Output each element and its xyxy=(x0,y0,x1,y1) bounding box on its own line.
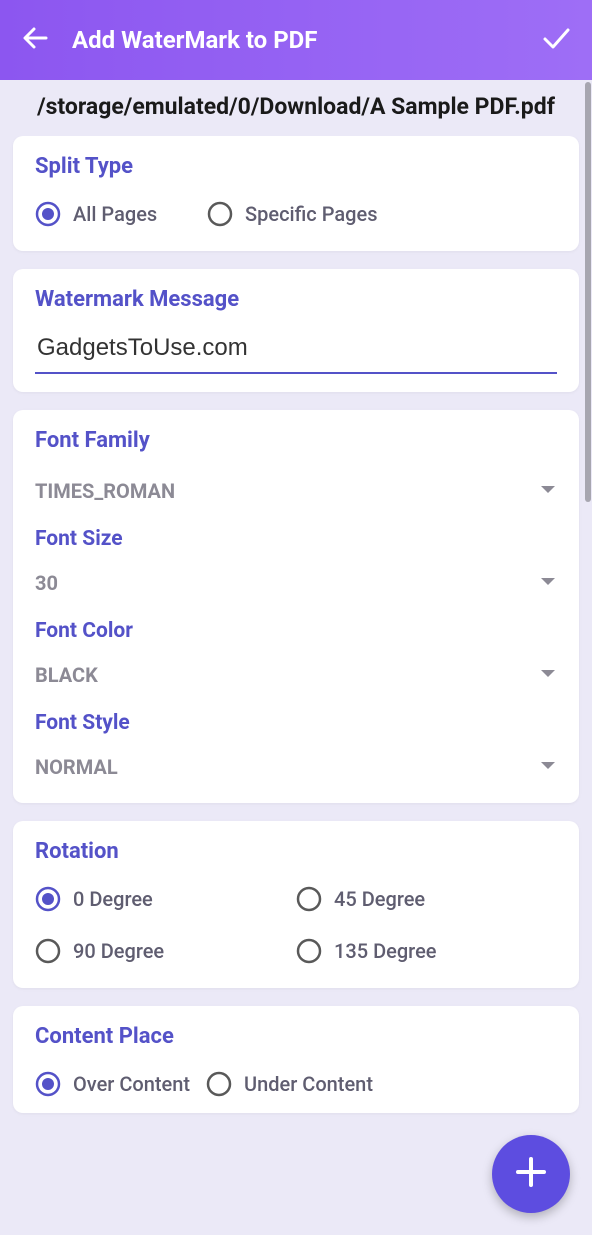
radio-90-degree[interactable]: 90 Degree xyxy=(35,932,284,970)
radio-all-pages[interactable]: All Pages xyxy=(35,195,185,233)
fab-add-button[interactable] xyxy=(492,1135,570,1213)
radio-unselected-icon xyxy=(296,938,322,964)
radio-under-content[interactable]: Under Content xyxy=(206,1065,373,1103)
radio-selected-icon xyxy=(35,886,61,912)
radio-selected-icon xyxy=(35,1071,61,1097)
font-color-dropdown[interactable]: BLACK xyxy=(35,653,557,701)
radio-label: All Pages xyxy=(73,202,157,226)
radio-45-degree[interactable]: 45 Degree xyxy=(296,880,545,918)
radio-label: Over Content xyxy=(73,1072,190,1096)
file-path: /storage/emulated/0/Download/A Sample PD… xyxy=(0,80,592,136)
content-place-title: Content Place xyxy=(35,1024,557,1049)
radio-unselected-icon xyxy=(296,886,322,912)
chevron-down-icon xyxy=(539,480,557,502)
radio-selected-icon xyxy=(35,201,61,227)
font-style-value: NORMAL xyxy=(35,755,118,779)
font-style-dropdown[interactable]: NORMAL xyxy=(35,745,557,785)
content-place-card: Content Place Over Content Under Content xyxy=(13,1006,579,1113)
font-style-title: Font Style xyxy=(35,711,557,735)
scrollbar[interactable] xyxy=(585,82,591,502)
chevron-down-icon xyxy=(539,572,557,594)
chevron-down-icon xyxy=(539,756,557,778)
radio-unselected-icon xyxy=(207,201,233,227)
split-type-title: Split Type xyxy=(35,154,557,179)
font-color-title: Font Color xyxy=(35,619,557,643)
radio-unselected-icon xyxy=(206,1071,232,1097)
rotation-title: Rotation xyxy=(35,839,557,864)
radio-label: 135 Degree xyxy=(334,939,437,963)
font-card: Font Family TIMES_ROMAN Font Size 30 Fon… xyxy=(13,410,579,803)
watermark-title: Watermark Message xyxy=(35,287,557,312)
radio-unselected-icon xyxy=(35,938,61,964)
radio-specific-pages[interactable]: Specific Pages xyxy=(207,195,377,233)
font-size-title: Font Size xyxy=(35,527,557,551)
app-header: Add WaterMark to PDF xyxy=(0,0,592,80)
radio-label: Under Content xyxy=(244,1072,373,1096)
confirm-check-icon[interactable] xyxy=(540,22,572,58)
header-title: Add WaterMark to PDF xyxy=(72,26,520,54)
font-color-value: BLACK xyxy=(35,663,98,687)
chevron-down-icon xyxy=(539,664,557,686)
font-family-dropdown[interactable]: TIMES_ROMAN xyxy=(35,469,557,517)
radio-label: 45 Degree xyxy=(334,887,425,911)
radio-135-degree[interactable]: 135 Degree xyxy=(296,932,545,970)
font-size-dropdown[interactable]: 30 xyxy=(35,561,557,609)
radio-label: Specific Pages xyxy=(245,202,377,226)
watermark-input[interactable] xyxy=(35,328,557,374)
plus-icon xyxy=(512,1153,550,1195)
rotation-card: Rotation 0 Degree 45 Degree 90 Degree xyxy=(13,821,579,988)
split-type-card: Split Type All Pages Specific Pages xyxy=(13,136,579,251)
font-family-title: Font Family xyxy=(35,428,557,453)
font-family-value: TIMES_ROMAN xyxy=(35,479,175,503)
font-size-value: 30 xyxy=(35,571,58,595)
radio-0-degree[interactable]: 0 Degree xyxy=(35,880,284,918)
back-arrow-icon[interactable] xyxy=(20,22,52,58)
radio-label: 0 Degree xyxy=(73,887,153,911)
radio-over-content[interactable]: Over Content xyxy=(35,1065,190,1103)
radio-label: 90 Degree xyxy=(73,939,164,963)
watermark-message-card: Watermark Message xyxy=(13,269,579,392)
